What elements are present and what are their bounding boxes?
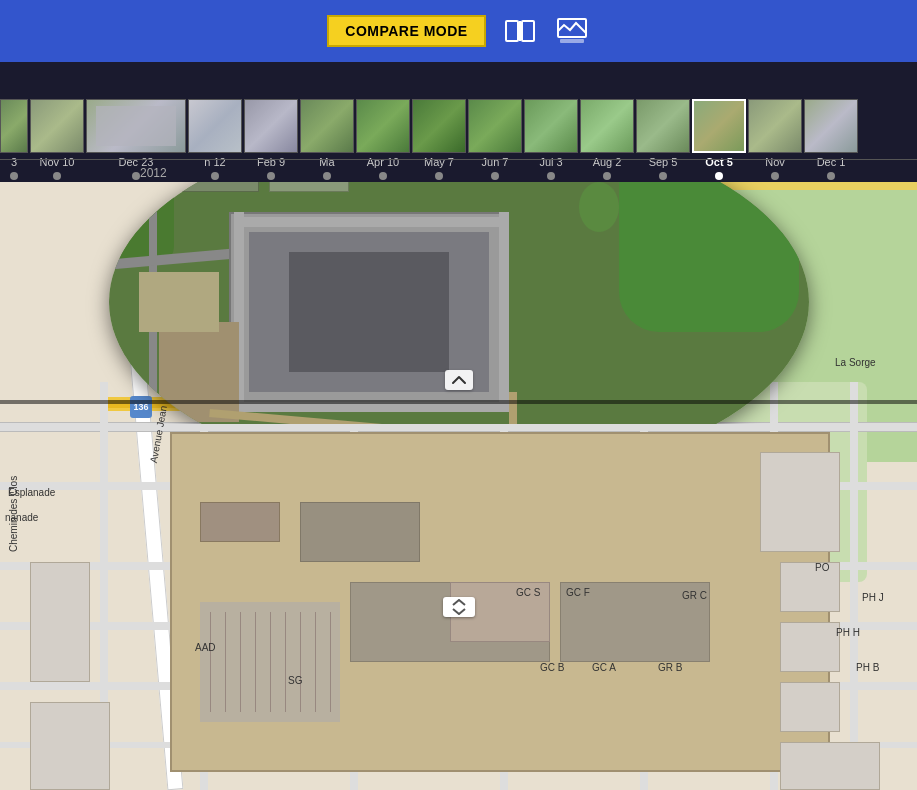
header-bar: COMPARE MODE (0, 0, 917, 62)
divider-handle[interactable] (443, 597, 475, 617)
year-label: 2012 (140, 166, 167, 180)
timeline-thumb-mar[interactable]: Ma (300, 99, 354, 182)
compare-mode-button[interactable]: COMPARE MODE (327, 15, 485, 47)
gallery-icon[interactable] (554, 13, 590, 49)
map-label-nanade: nanade (5, 512, 38, 523)
svg-rect-0 (506, 21, 518, 41)
map-label-gcs: GC S (516, 587, 540, 598)
map-label-po: PO (815, 562, 829, 573)
map-label-phh: PH H (836, 627, 860, 638)
map-label-phb: PH B (856, 662, 879, 673)
map-label-aad: AAD (195, 642, 216, 653)
split-view-icon[interactable] (502, 13, 538, 49)
timeline-thumb-jun7[interactable]: Jun 7 (468, 99, 522, 182)
svg-rect-4 (560, 39, 584, 43)
timeline-thumb-jan12[interactable]: n 12 (188, 99, 242, 182)
timeline-thumb-apr10[interactable]: Apr 10 (356, 99, 410, 182)
map-label-grc: GR C (682, 590, 707, 601)
map-container: 136 La Sorge Avenue Jean Chemin des Clos… (0, 182, 917, 790)
timeline-thumb-nov[interactable]: Nov (748, 99, 802, 182)
timeline-thumb-aug2[interactable]: Aug 2 (580, 99, 634, 182)
timeline-thumb-sep5[interactable]: Sep 5 (636, 99, 690, 182)
timeline-thumb-oct5[interactable]: Oct 5 (692, 99, 746, 182)
timeline-thumb-dec23[interactable]: Dec 23 (86, 99, 186, 182)
map-label-gcb: GC B (540, 662, 564, 673)
svg-rect-1 (522, 21, 534, 41)
map-label-grb: GR B (658, 662, 682, 673)
timeline-strip: 3 Nov 10 Dec 23 n 12 Feb 9 (0, 62, 917, 182)
timeline-thumb-nov10[interactable]: Nov 10 (30, 99, 84, 182)
compare-divider (0, 400, 917, 404)
timeline-thumb-oct3[interactable]: 3 (0, 99, 28, 182)
map-label-sg: SG (288, 675, 302, 686)
timeline-thumb-dec1[interactable]: Dec 1 (804, 99, 858, 182)
timeline-thumb-may7[interactable]: May 7 (412, 99, 466, 182)
timeline-thumb-jul3[interactable]: Jul 3 (524, 99, 578, 182)
map-label-gcf: GC F (566, 587, 590, 598)
collapse-top-button[interactable] (445, 370, 473, 390)
map-label-phj: PH J (862, 592, 884, 603)
timeline-thumb-feb9[interactable]: Feb 9 (244, 99, 298, 182)
map-label-esplanade: Esplanade (8, 487, 55, 498)
map-label-gca: GC A (592, 662, 616, 673)
timeline-thumbnails: 3 Nov 10 Dec 23 n 12 Feb 9 (0, 62, 858, 182)
